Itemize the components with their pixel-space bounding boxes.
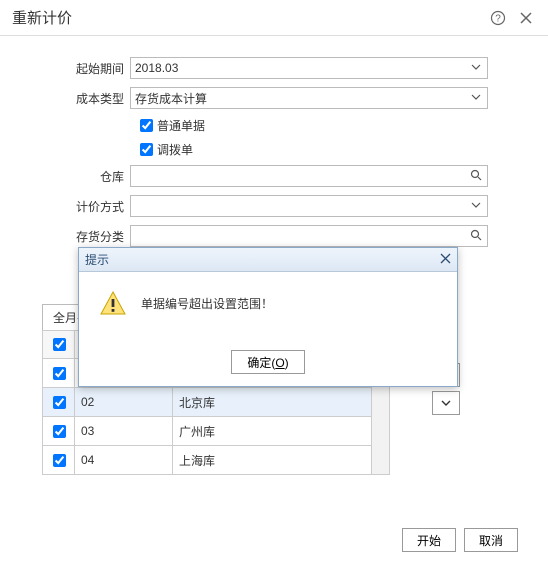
costtype-select[interactable] [130,87,488,109]
table-row: 02 北京库 [43,388,372,417]
chevron-down-icon[interactable] [468,89,484,105]
cell-code[interactable]: 02 [75,388,173,417]
dialog-title: 重新计价 [12,7,480,28]
transfer-doc-checkbox[interactable] [140,143,153,156]
row-checkbox[interactable] [53,367,66,380]
costtype-label: 成本类型 [42,90,130,107]
alert-title: 提示 [85,251,440,268]
cell-code[interactable]: 03 [75,417,173,446]
svg-text:?: ? [495,13,501,24]
alert-ok-button[interactable]: 确定(O) [231,350,305,374]
cell-code[interactable]: 04 [75,446,173,475]
title-bar: 重新计价 ? [0,0,548,36]
period-label: 起始期间 [42,60,130,77]
move-down-button[interactable] [432,391,460,415]
warehouse-input[interactable] [130,165,488,187]
start-button[interactable]: 开始 [402,528,456,552]
select-all-checkbox[interactable] [53,338,66,351]
warning-icon [99,290,127,318]
period-select[interactable] [130,57,488,79]
cell-name[interactable]: 广州库 [173,417,372,446]
alert-dialog: 提示 单据编号超出设置范围！ 确定(O) [78,247,458,387]
row-checkbox[interactable] [53,425,66,438]
close-icon[interactable] [516,8,536,28]
table-row: 03 广州库 [43,417,372,446]
chevron-down-icon[interactable] [468,197,484,213]
category-label: 存货分类 [42,228,130,245]
cell-name[interactable]: 北京库 [173,388,372,417]
normal-doc-label: 普通单据 [157,117,205,134]
lookup-icon[interactable] [468,167,484,183]
pricing-label: 计价方式 [42,198,130,215]
row-checkbox[interactable] [53,454,66,467]
alert-message: 单据编号超出设置范围！ [141,295,273,312]
help-icon[interactable]: ? [488,8,508,28]
lookup-icon[interactable] [468,227,484,243]
table-row: 04 上海库 [43,446,372,475]
row-checkbox[interactable] [53,396,66,409]
category-input[interactable] [130,225,488,247]
cell-name[interactable]: 上海库 [173,446,372,475]
normal-doc-checkbox[interactable] [140,119,153,132]
cancel-button[interactable]: 取消 [464,528,518,552]
warehouse-label: 仓库 [42,168,130,185]
chevron-down-icon[interactable] [468,59,484,75]
pricing-select[interactable] [130,195,488,217]
transfer-doc-label: 调拨单 [157,141,193,158]
alert-close-icon[interactable] [440,252,451,267]
